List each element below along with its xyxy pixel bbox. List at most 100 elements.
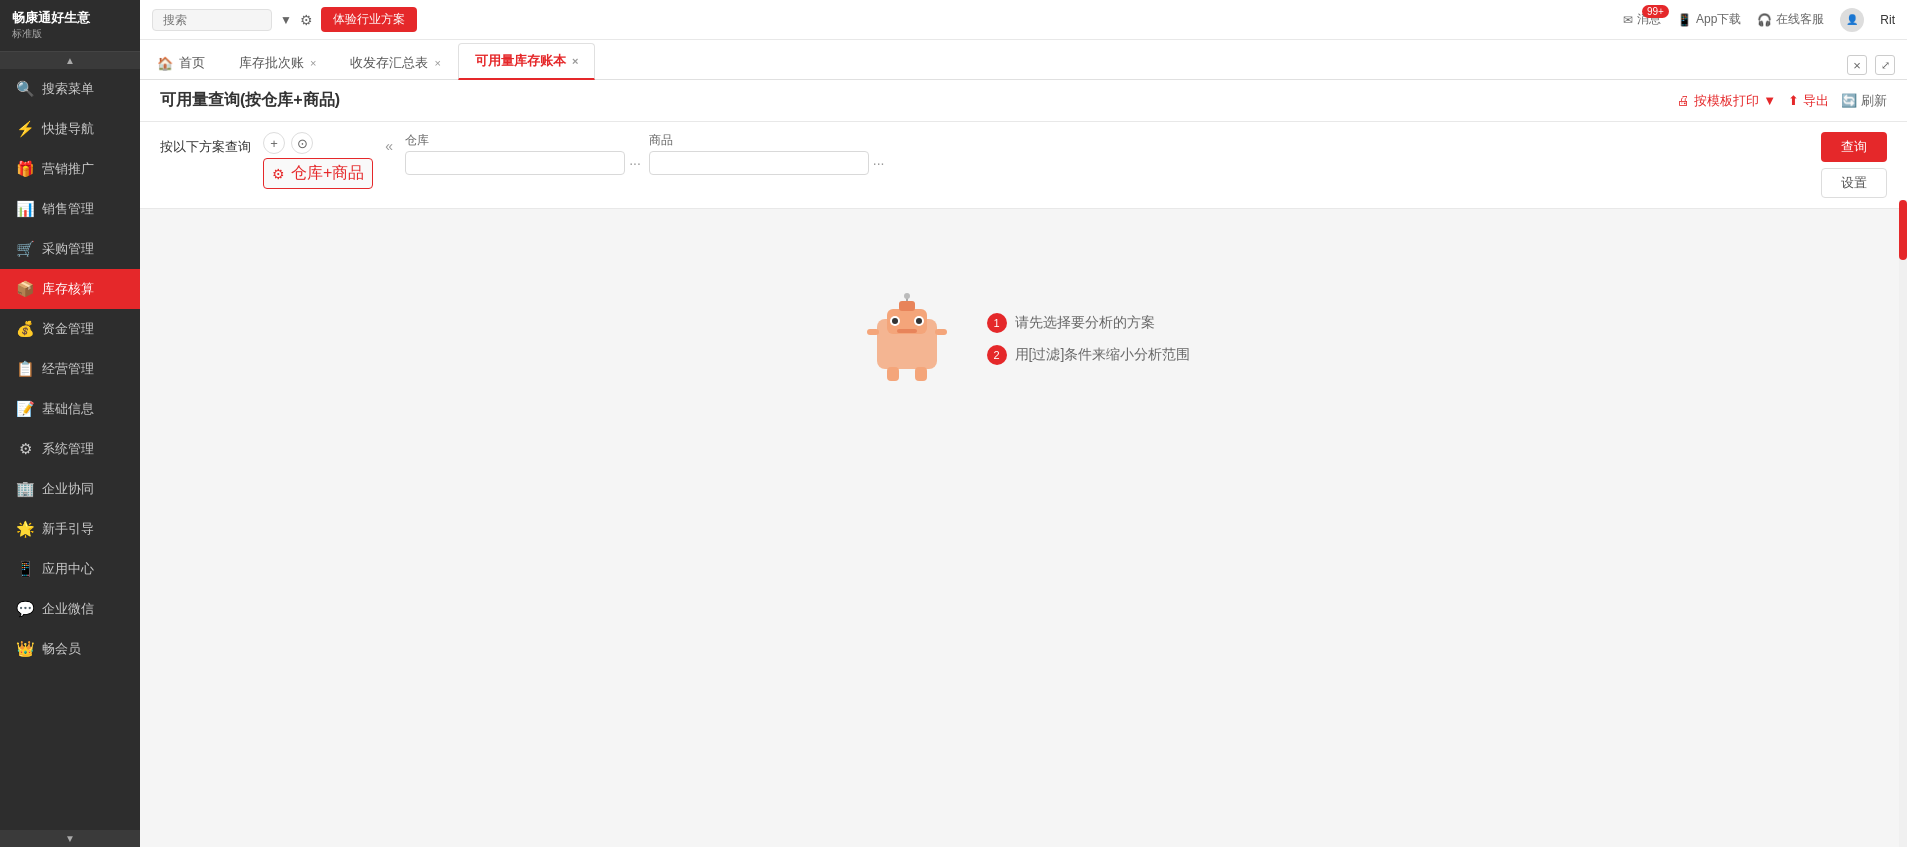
sidebar-item-operations[interactable]: 📋 经营管理 xyxy=(0,349,140,389)
sidebar-item-label-search: 搜索菜单 xyxy=(42,80,94,98)
sidebar-item-label-newbie: 新手引导 xyxy=(42,520,94,538)
scrollbar-thumb[interactable] xyxy=(1899,200,1907,260)
page-title: 可用量查询(按仓库+商品) xyxy=(160,90,340,111)
app-download-label: App下载 xyxy=(1696,11,1741,28)
tab-close-all-btn[interactable]: × xyxy=(1847,55,1867,75)
sidebar-scroll-down[interactable]: ▼ xyxy=(0,830,140,847)
warehouse-input[interactable] xyxy=(405,151,625,175)
top-bar: ▼ ⚙ 体验行业方案 ✉ 消息 99+ 📱 App下载 🎧 在线客服 👤 Rit xyxy=(140,0,1907,40)
print-icon: 🖨 xyxy=(1677,93,1690,108)
empty-hint-2: 2 用[过滤]条件来缩小分析范围 xyxy=(987,345,1191,365)
scheme-item-icon: ⚙ xyxy=(272,166,285,182)
sidebar-item-quicknav[interactable]: ⚡ 快捷导航 xyxy=(0,109,140,149)
sidebar-item-system[interactable]: ⚙ 系统管理 xyxy=(0,429,140,469)
search-icon: 🔍 xyxy=(16,80,34,98)
user-avatar[interactable]: 👤 xyxy=(1840,8,1864,32)
product-more-btn[interactable]: ··· xyxy=(873,155,885,171)
tab-batch-account[interactable]: 库存批次账 × xyxy=(222,45,333,80)
empty-hint-1: 1 请先选择要分析的方案 xyxy=(987,313,1191,333)
gear-icon[interactable]: ⚙ xyxy=(300,12,313,28)
system-icon: ⚙ xyxy=(16,440,34,458)
online-service-btn[interactable]: 🎧 在线客服 xyxy=(1757,11,1824,28)
dropdown-icon[interactable]: ▼ xyxy=(280,13,292,27)
filter-scheme-item[interactable]: ⚙ 仓库+商品 xyxy=(263,158,373,189)
warehouse-field-label: 仓库 xyxy=(405,132,641,149)
basics-icon: 📝 xyxy=(16,400,34,418)
hint-num-2: 2 xyxy=(987,345,1007,365)
newbie-icon: 🌟 xyxy=(16,520,34,538)
sidebar: 畅康通好生意 标准版 ▲ 🔍 搜索菜单 ⚡ 快捷导航 🎁 营销推广 📊 销售管理… xyxy=(0,0,140,847)
sidebar-item-marketing[interactable]: 🎁 营销推广 xyxy=(0,149,140,189)
svg-rect-9 xyxy=(887,367,899,381)
top-search-input[interactable] xyxy=(152,9,272,31)
filter-label: 按以下方案查询 xyxy=(160,132,251,156)
app-download-btn[interactable]: 📱 App下载 xyxy=(1677,11,1741,28)
inventory-icon: 📦 xyxy=(16,280,34,298)
refresh-btn[interactable]: 🔄 刷新 xyxy=(1841,92,1887,110)
sidebar-item-purchase[interactable]: 🛒 采购管理 xyxy=(0,229,140,269)
main-area: ▼ ⚙ 体验行业方案 ✉ 消息 99+ 📱 App下载 🎧 在线客服 👤 Rit… xyxy=(140,0,1907,847)
print-btn[interactable]: 🖨 按模板打印 ▼ xyxy=(1677,92,1776,110)
tab-available-ledger-label: 可用量库存账本 xyxy=(475,52,566,70)
sidebar-item-apps[interactable]: 📱 应用中心 xyxy=(0,549,140,589)
tabs-bar: 🏠 首页 库存批次账 × 收发存汇总表 × 可用量库存账本 × × ⤢ xyxy=(140,40,1907,80)
page-actions: 🖨 按模板打印 ▼ ⬆ 导出 🔄 刷新 xyxy=(1677,92,1887,110)
sidebar-item-label-purchase: 采购管理 xyxy=(42,240,94,258)
tab-home[interactable]: 🏠 首页 xyxy=(140,45,222,80)
sidebar-item-basics[interactable]: 📝 基础信息 xyxy=(0,389,140,429)
warehouse-more-btn[interactable]: ··· xyxy=(629,155,641,171)
print-dropdown-icon: ▼ xyxy=(1763,93,1776,108)
sidebar-item-label-wechat: 企业微信 xyxy=(42,600,94,618)
hint-num-1: 1 xyxy=(987,313,1007,333)
export-btn[interactable]: ⬆ 导出 xyxy=(1788,92,1829,110)
sidebar-item-label-enterprise: 企业协同 xyxy=(42,480,94,498)
sidebar-item-search[interactable]: 🔍 搜索菜单 xyxy=(0,69,140,109)
sidebar-scroll-up[interactable]: ▲ xyxy=(0,52,140,69)
add-scheme-btn[interactable]: + xyxy=(263,132,285,154)
product-field-input-wrap: ··· xyxy=(649,151,885,175)
product-input[interactable] xyxy=(649,151,869,175)
finance-icon: 💰 xyxy=(16,320,34,338)
tab-available-ledger[interactable]: 可用量库存账本 × xyxy=(458,43,595,80)
sidebar-item-newbie[interactable]: 🌟 新手引导 xyxy=(0,509,140,549)
message-btn[interactable]: ✉ 消息 99+ xyxy=(1623,11,1661,28)
filter-scheme-header: + ⊙ xyxy=(263,132,373,154)
scheme-settings-btn[interactable]: ⊙ xyxy=(291,132,313,154)
app-logo[interactable]: 畅康通好生意 标准版 xyxy=(0,0,140,52)
query-btn[interactable]: 查询 xyxy=(1821,132,1887,162)
industry-btn[interactable]: 体验行业方案 xyxy=(321,7,417,32)
hint-text-1: 请先选择要分析的方案 xyxy=(1015,314,1155,332)
settings-btn[interactable]: 设置 xyxy=(1821,168,1887,198)
sidebar-item-finance[interactable]: 💰 资金管理 xyxy=(0,309,140,349)
tab-batch-account-close[interactable]: × xyxy=(310,58,316,69)
sidebar-item-wechat[interactable]: 💬 企业微信 xyxy=(0,589,140,629)
svg-rect-6 xyxy=(897,329,917,333)
online-service-label: 在线客服 xyxy=(1776,11,1824,28)
page-content: 可用量查询(按仓库+商品) 🖨 按模板打印 ▼ ⬆ 导出 🔄 刷新 按以下方 xyxy=(140,80,1907,847)
username-label[interactable]: Rit xyxy=(1880,13,1895,27)
scheme-item-label: 仓库+商品 xyxy=(291,163,364,184)
tab-available-ledger-close[interactable]: × xyxy=(572,56,578,67)
tabs-bar-right: × ⤢ xyxy=(1847,55,1907,79)
sidebar-item-inventory[interactable]: 📦 库存核算 xyxy=(0,269,140,309)
right-scrollbar[interactable] xyxy=(1899,200,1907,847)
marketing-icon: 🎁 xyxy=(16,160,34,178)
sales-icon: 📊 xyxy=(16,200,34,218)
wechat-icon: 💬 xyxy=(16,600,34,618)
tab-collect-summary[interactable]: 收发存汇总表 × xyxy=(333,45,457,80)
enterprise-icon: 🏢 xyxy=(16,480,34,498)
purchase-icon: 🛒 xyxy=(16,240,34,258)
filter-field-product: 商品 ··· xyxy=(649,132,885,175)
svg-rect-7 xyxy=(867,329,879,335)
filter-collapse-btn[interactable]: « xyxy=(385,132,393,154)
sidebar-item-enterprise[interactable]: 🏢 企业协同 xyxy=(0,469,140,509)
filter-field-warehouse: 仓库 ··· xyxy=(405,132,641,175)
sidebar-item-label-inventory: 库存核算 xyxy=(42,280,94,298)
tab-collect-summary-close[interactable]: × xyxy=(434,58,440,69)
tab-expand-btn[interactable]: ⤢ xyxy=(1875,55,1895,75)
svg-rect-8 xyxy=(935,329,947,335)
sidebar-item-label-sales: 销售管理 xyxy=(42,200,94,218)
sidebar-item-member[interactable]: 👑 畅会员 xyxy=(0,629,140,669)
empty-state: 1 请先选择要分析的方案 2 用[过滤]条件来缩小分析范围 xyxy=(140,209,1907,469)
sidebar-item-sales[interactable]: 📊 销售管理 xyxy=(0,189,140,229)
